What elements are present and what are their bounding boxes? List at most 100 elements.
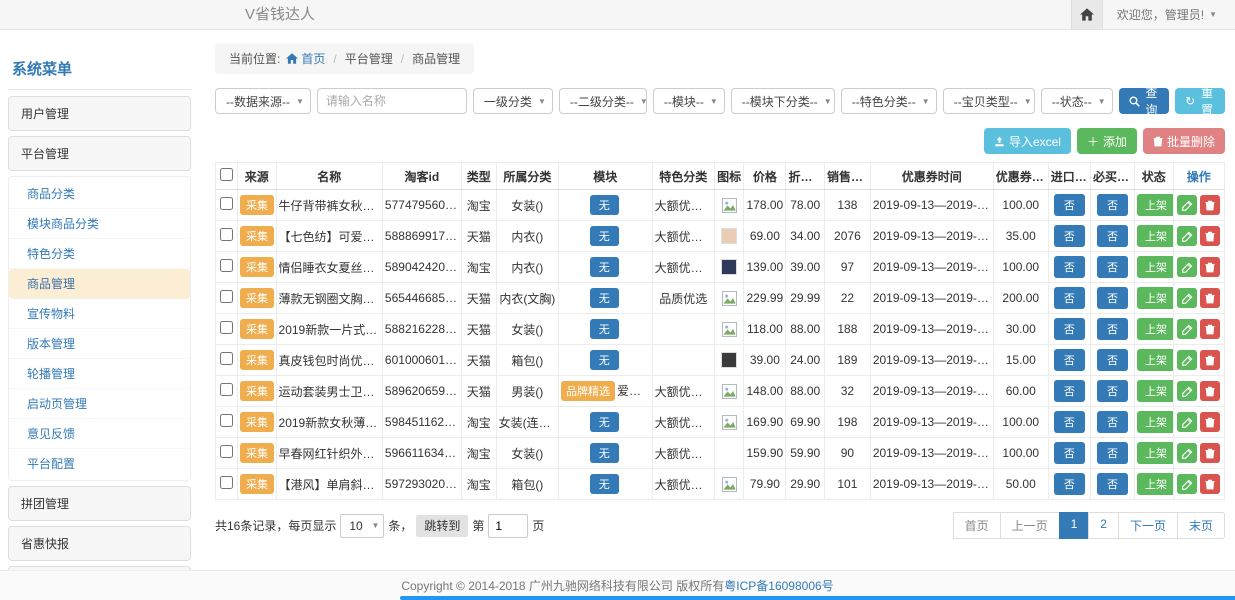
edit-button[interactable] [1177,381,1197,401]
add-button[interactable]: ＋ 添加 [1077,128,1137,154]
import-select-toggle[interactable]: 否 [1054,287,1085,309]
pager-item[interactable]: 上一页 [1000,512,1060,539]
sidebar-section[interactable]: 拼团管理 [8,486,191,521]
jump-button[interactable]: 跳转到 [416,515,468,537]
must-buy-toggle[interactable]: 否 [1097,287,1128,309]
filter-select[interactable]: --模块下分类--▼ [731,88,835,114]
home-button[interactable] [1071,0,1103,29]
pager-item[interactable]: 首页 [953,512,1001,539]
import-excel-button[interactable]: 导入excel [984,128,1071,154]
filter-select[interactable]: --状态--▼ [1041,88,1113,114]
must-buy-toggle[interactable]: 否 [1097,318,1128,340]
sidebar-item[interactable]: 启动页管理 [9,389,190,419]
select-all-checkbox[interactable] [220,168,233,181]
edit-button[interactable] [1177,350,1197,370]
page-number-input[interactable] [488,514,528,538]
sidebar-item[interactable]: 模块商品分类 [9,209,190,239]
per-page-select[interactable]: 10▼ [340,514,384,538]
batch-delete-button[interactable]: 批量删除 [1143,128,1225,154]
delete-button[interactable] [1200,195,1220,215]
delete-button[interactable] [1200,474,1220,494]
must-buy-toggle[interactable]: 否 [1097,380,1128,402]
status-button[interactable]: 上架 [1137,442,1173,464]
pager-item[interactable]: 末页 [1177,512,1225,539]
import-select-toggle[interactable]: 否 [1054,256,1085,278]
row-checkbox[interactable] [220,352,233,365]
import-select-toggle[interactable]: 否 [1054,473,1085,495]
import-select-toggle[interactable]: 否 [1054,318,1085,340]
import-select-toggle[interactable]: 否 [1054,442,1085,464]
sidebar-item[interactable]: 轮播管理 [9,359,190,389]
edit-button[interactable] [1177,412,1197,432]
delete-button[interactable] [1200,288,1220,308]
status-button[interactable]: 上架 [1137,194,1173,216]
sidebar-item[interactable]: 版本管理 [9,329,190,359]
sidebar-item[interactable]: 商品分类 [9,179,190,209]
filter-select[interactable]: --模块--▼ [653,88,725,114]
must-buy-toggle[interactable]: 否 [1097,473,1128,495]
must-buy-toggle[interactable]: 否 [1097,194,1128,216]
row-checkbox[interactable] [220,383,233,396]
must-buy-toggle[interactable]: 否 [1097,256,1128,278]
status-button[interactable]: 上架 [1137,256,1173,278]
status-button[interactable]: 上架 [1137,225,1173,247]
sidebar-section-platform-mgmt[interactable]: 平台管理 [8,136,191,171]
delete-button[interactable] [1200,226,1220,246]
status-button[interactable]: 上架 [1137,318,1173,340]
status-button[interactable]: 上架 [1137,349,1173,371]
status-button[interactable]: 上架 [1137,380,1173,402]
filter-select[interactable]: --特色分类--▼ [841,88,937,114]
edit-button[interactable] [1177,288,1197,308]
user-menu[interactable]: 欢迎您，管理员! ▼ [1103,0,1235,29]
filter-select[interactable]: --宝贝类型--▼ [943,88,1035,114]
sidebar-item[interactable]: 意见反馈 [9,419,190,449]
sidebar-item[interactable]: 商品管理 [9,269,190,299]
reset-button[interactable]: ↻ 重置 [1175,88,1225,114]
import-select-toggle[interactable]: 否 [1054,349,1085,371]
edit-button[interactable] [1177,474,1197,494]
icp-link[interactable]: 粤ICP备16098006号 [724,577,833,594]
row-checkbox[interactable] [220,414,233,427]
sidebar-item[interactable]: 平台配置 [9,449,190,478]
filter-select[interactable]: --二级分类--▼ [559,88,647,114]
must-buy-toggle[interactable]: 否 [1097,411,1128,433]
row-checkbox[interactable] [220,321,233,334]
must-buy-toggle[interactable]: 否 [1097,225,1128,247]
delete-button[interactable] [1200,412,1220,432]
row-checkbox[interactable] [220,476,233,489]
edit-button[interactable] [1177,443,1197,463]
pager-item[interactable]: 下一页 [1118,512,1178,539]
sidebar-section[interactable]: 省惠快报 [8,526,191,561]
pager-item[interactable]: 1 [1059,512,1090,539]
data-source-select[interactable]: --数据来源--▼ [215,88,311,114]
edit-button[interactable] [1177,226,1197,246]
breadcrumb-home-link[interactable]: 首页 [286,50,325,67]
filter-select[interactable]: 一级分类▼ [473,88,553,114]
delete-button[interactable] [1200,381,1220,401]
row-checkbox[interactable] [220,259,233,272]
import-select-toggle[interactable]: 否 [1054,411,1085,433]
delete-button[interactable] [1200,257,1220,277]
row-checkbox[interactable] [220,445,233,458]
import-select-toggle[interactable]: 否 [1054,194,1085,216]
edit-button[interactable] [1177,195,1197,215]
sidebar-item[interactable]: 宣传物料 [9,299,190,329]
row-checkbox[interactable] [220,197,233,210]
pager-item[interactable]: 2 [1088,512,1119,539]
search-button[interactable]: 查询 [1119,88,1170,114]
edit-button[interactable] [1177,257,1197,277]
status-button[interactable]: 上架 [1137,411,1173,433]
status-button[interactable]: 上架 [1137,287,1173,309]
import-select-toggle[interactable]: 否 [1054,225,1085,247]
must-buy-toggle[interactable]: 否 [1097,349,1128,371]
must-buy-toggle[interactable]: 否 [1097,442,1128,464]
sidebar-section-user-mgmt[interactable]: 用户管理 [8,96,191,131]
delete-button[interactable] [1200,443,1220,463]
import-select-toggle[interactable]: 否 [1054,380,1085,402]
delete-button[interactable] [1200,319,1220,339]
name-search-input[interactable] [317,88,467,114]
row-checkbox[interactable] [220,290,233,303]
edit-button[interactable] [1177,319,1197,339]
sidebar-item[interactable]: 特色分类 [9,239,190,269]
row-checkbox[interactable] [220,228,233,241]
